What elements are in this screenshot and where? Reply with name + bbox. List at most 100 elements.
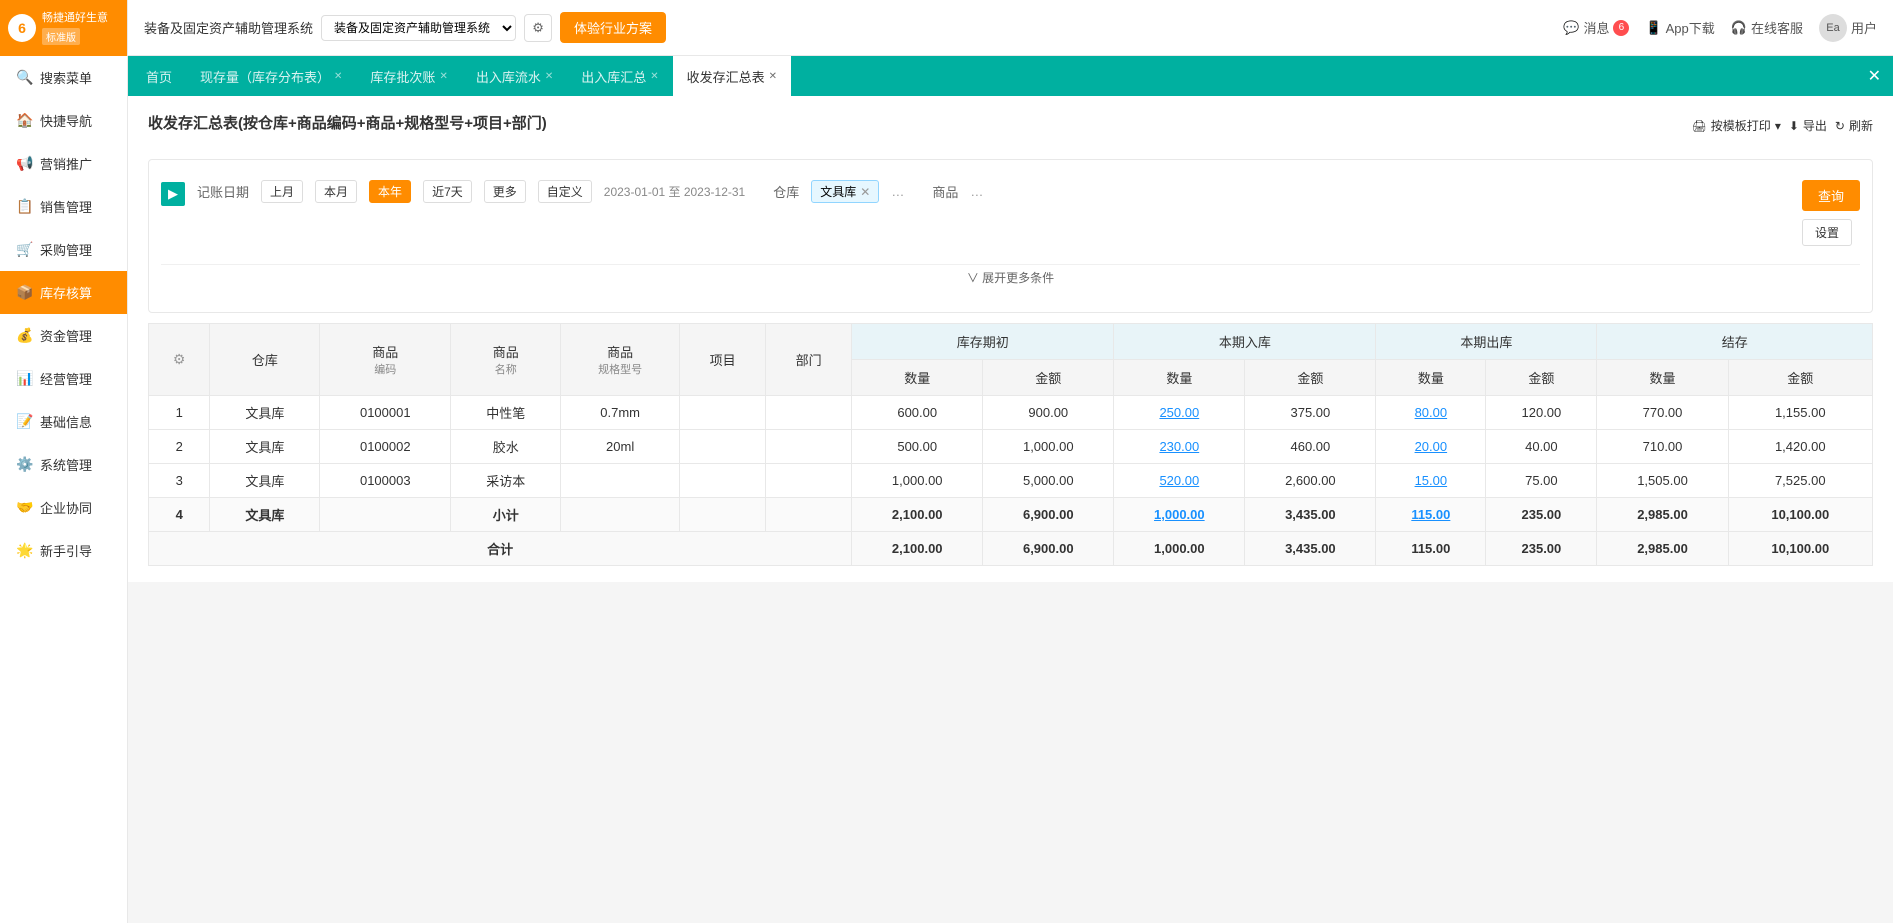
row-in-qty[interactable]: 250.00 — [1114, 396, 1245, 430]
settings-button[interactable]: 设置 — [1802, 219, 1852, 246]
sidebar-item-newguide[interactable]: 🌟 新手引导 — [0, 529, 127, 572]
tab-inout-summary-label: 出入库汇总 — [581, 67, 646, 86]
warehouse-more-button[interactable]: … — [891, 184, 904, 199]
sidebar-item-search[interactable]: 🔍 搜索菜单 — [0, 56, 127, 99]
footer-label: 合计 — [149, 532, 852, 566]
footer-out-qty: 115.00 — [1376, 532, 1486, 566]
table-row: 2文具库0100002胶水20ml500.001,000.00230.00460… — [149, 430, 1873, 464]
system-select[interactable]: 装备及固定资产辅助管理系统 — [321, 15, 516, 41]
user-label: 用户 — [1851, 18, 1877, 37]
messages-button[interactable]: 💬 消息 6 — [1563, 18, 1629, 37]
tab-inout-summary[interactable]: 出入库汇总 ✕ — [567, 56, 672, 96]
sidebar-item-enterprise[interactable]: 🤝 企业协同 — [0, 486, 127, 529]
row-out-qty[interactable]: 80.00 — [1376, 396, 1486, 430]
chart-icon: 📊 — [16, 370, 32, 387]
refresh-button[interactable]: ↻ 刷新 — [1835, 117, 1873, 134]
page-inner: 收发存汇总表(按仓库+商品编码+商品+规格型号+项目+部门) 🖨 按模板打印 ▾… — [128, 96, 1893, 582]
sidebar-item-system[interactable]: ⚙️ 系统管理 — [0, 443, 127, 486]
row-spec — [561, 464, 680, 498]
row-spec: 20ml — [561, 430, 680, 464]
tab-home[interactable]: 首页 — [132, 56, 186, 96]
row-close-amt: 1,420.00 — [1728, 430, 1872, 464]
row-out-qty[interactable]: 115.00 — [1376, 498, 1486, 532]
sidebar-item-operations[interactable]: 📊 经营管理 — [0, 357, 127, 400]
expand-more-button[interactable]: ∨ 展开更多条件 — [967, 269, 1054, 286]
export-icon: ⬇ — [1789, 119, 1799, 133]
date-btn-custom[interactable]: 自定义 — [538, 180, 592, 203]
footer-close-amt: 10,100.00 — [1728, 532, 1872, 566]
warehouse-tag-close[interactable]: ✕ — [860, 185, 870, 199]
row-dept — [766, 396, 852, 430]
date-btn-7days[interactable]: 近7天 — [423, 180, 472, 203]
row-dept — [766, 464, 852, 498]
row-in-amt: 375.00 — [1245, 396, 1376, 430]
goods-more-button[interactable]: … — [970, 184, 983, 199]
sidebar-item-sales[interactable]: 📋 销售管理 — [0, 185, 127, 228]
row-warehouse: 文具库 — [210, 498, 320, 532]
sidebar-item-purchase[interactable]: 🛒 采购管理 — [0, 228, 127, 271]
date-btn-more[interactable]: 更多 — [484, 180, 526, 203]
sidebar-item-inventory[interactable]: 📦 库存核算 — [0, 271, 127, 314]
row-open-qty: 2,100.00 — [852, 498, 983, 532]
tab-batch-close[interactable]: ✕ — [439, 71, 447, 82]
row-in-qty[interactable]: 230.00 — [1114, 430, 1245, 464]
date-label: 记账日期 — [197, 182, 249, 201]
tab-recv-send-close[interactable]: ✕ — [769, 71, 777, 82]
tab-batch[interactable]: 库存批次账 ✕ — [356, 56, 461, 96]
column-settings-icon[interactable]: ⚙ — [173, 351, 186, 367]
service-button[interactable]: 🎧 在线客服 — [1731, 18, 1803, 37]
row-close-qty: 2,985.00 — [1597, 498, 1728, 532]
row-in-qty[interactable]: 520.00 — [1114, 464, 1245, 498]
row-out-qty[interactable]: 20.00 — [1376, 430, 1486, 464]
row-out-amt: 235.00 — [1486, 498, 1597, 532]
sidebar-item-quick[interactable]: 🏠 快捷导航 — [0, 99, 127, 142]
print-button[interactable]: 🖨 按模板打印 ▾ — [1692, 117, 1781, 134]
in-amt-header: 金额 — [1245, 360, 1376, 396]
sidebar-item-label: 系统管理 — [40, 455, 92, 474]
col-code-header: 商品编码 — [320, 324, 451, 396]
app-download-button[interactable]: 📱 App下载 — [1645, 18, 1714, 37]
col-settings-header[interactable]: ⚙ — [149, 324, 210, 396]
tab-stock-dist[interactable]: 现存量（库存分布表） ✕ — [186, 56, 356, 96]
footer-in-amt: 3,435.00 — [1245, 532, 1376, 566]
home-icon: 🏠 — [16, 112, 32, 129]
settings-gear-button[interactable]: ⚙ — [524, 14, 552, 42]
tab-recv-send[interactable]: 收发存汇总表 ✕ — [673, 56, 791, 96]
tab-stock-dist-close[interactable]: ✕ — [334, 71, 342, 82]
query-button[interactable]: 查询 — [1802, 180, 1860, 211]
row-out-qty[interactable]: 15.00 — [1376, 464, 1486, 498]
date-btn-this-month[interactable]: 本月 — [315, 180, 357, 203]
date-btn-last-month[interactable]: 上月 — [261, 180, 303, 203]
out-qty-header: 数量 — [1376, 360, 1486, 396]
sidebar-item-marketing[interactable]: 📢 营销推广 — [0, 142, 127, 185]
opening-amt-header: 金额 — [983, 360, 1114, 396]
col-dept-header: 部门 — [766, 324, 852, 396]
row-no: 3 — [149, 464, 210, 498]
date-btn-this-year[interactable]: 本年 — [369, 180, 411, 203]
refresh-label: 刷新 — [1849, 117, 1873, 134]
tab-inout-flow[interactable]: 出入库流水 ✕ — [462, 56, 567, 96]
row-close-amt: 10,100.00 — [1728, 498, 1872, 532]
row-project — [680, 498, 766, 532]
row-warehouse: 文具库 — [210, 396, 320, 430]
close-all-tabs-button[interactable]: ✕ — [1860, 66, 1889, 86]
sidebar-item-finance[interactable]: 💰 资金管理 — [0, 314, 127, 357]
tab-inout-flow-close[interactable]: ✕ — [545, 71, 553, 82]
row-close-amt: 7,525.00 — [1728, 464, 1872, 498]
row-in-qty[interactable]: 1,000.00 — [1114, 498, 1245, 532]
col-in-header: 本期入库 — [1114, 324, 1376, 360]
sidebar-item-basic[interactable]: 📝 基础信息 — [0, 400, 127, 443]
sidebar-item-label: 快捷导航 — [40, 111, 92, 130]
logo-text: 畅捷通好生意 — [42, 11, 108, 26]
export-button[interactable]: ⬇ 导出 — [1789, 117, 1827, 134]
trial-button[interactable]: 体验行业方案 — [560, 12, 666, 43]
user-button[interactable]: Ea 用户 — [1819, 14, 1877, 42]
row-in-amt: 460.00 — [1245, 430, 1376, 464]
date-range: 2023-01-01 至 2023-12-31 — [604, 183, 745, 200]
filter-toggle-button[interactable]: ▶ — [161, 182, 185, 206]
print-icon: 🖨 — [1692, 119, 1707, 133]
tab-inout-summary-close[interactable]: ✕ — [650, 71, 658, 82]
logo-tag: 标准版 — [42, 28, 80, 45]
footer-open-amt: 6,900.00 — [983, 532, 1114, 566]
row-open-amt: 5,000.00 — [983, 464, 1114, 498]
